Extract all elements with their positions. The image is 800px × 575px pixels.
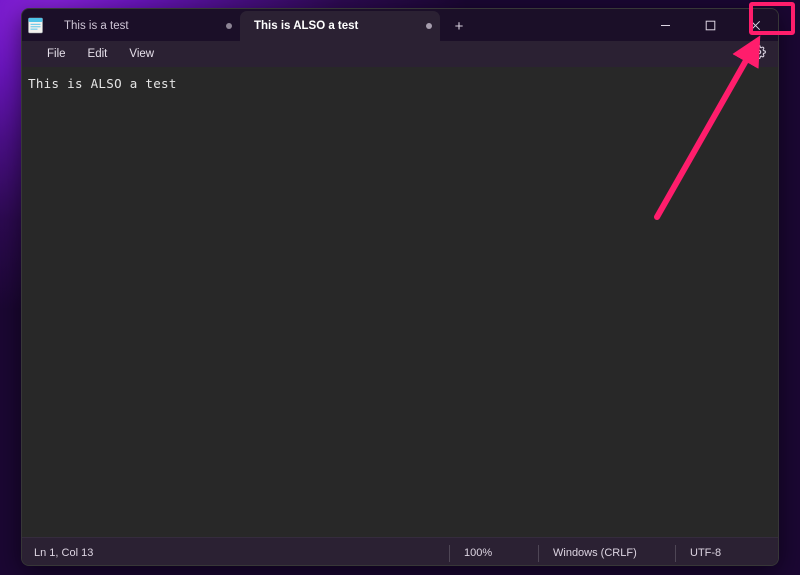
tab-label: This is ALSO a test: [254, 20, 359, 32]
text-editor-area[interactable]: This is ALSO a test: [22, 67, 778, 537]
settings-button[interactable]: [750, 44, 768, 64]
menu-bar: File Edit View: [22, 41, 778, 67]
maximize-icon: [705, 20, 716, 31]
notepad-window: This is a test This is ALSO a test + Fil…: [21, 8, 779, 566]
menu-item-file[interactable]: File: [36, 45, 77, 63]
title-bar: This is a test This is ALSO a test +: [22, 9, 778, 41]
tab-this-is-also-a-test[interactable]: This is ALSO a test: [240, 11, 440, 41]
window-controls: [643, 9, 778, 41]
minimize-icon: [660, 20, 671, 31]
plus-icon: +: [454, 17, 464, 35]
minimize-button[interactable]: [643, 9, 688, 41]
status-bar: Ln 1, Col 13 100% Windows (CRLF) UTF-8: [22, 537, 778, 565]
new-tab-button[interactable]: +: [444, 11, 474, 41]
tab-strip: This is a test This is ALSO a test +: [50, 9, 474, 41]
desktop-background: This is a test This is ALSO a test + Fil…: [0, 0, 800, 575]
menu-item-edit[interactable]: Edit: [77, 45, 119, 63]
status-encoding[interactable]: UTF-8: [675, 544, 778, 562]
status-line-ending[interactable]: Windows (CRLF): [538, 544, 675, 562]
status-cursor-position: Ln 1, Col 13: [34, 547, 94, 559]
notepad-icon: [27, 17, 44, 34]
status-zoom[interactable]: 100%: [449, 544, 538, 562]
menu-item-view[interactable]: View: [118, 45, 165, 63]
close-button[interactable]: [733, 9, 778, 41]
tab-label: This is a test: [64, 20, 129, 32]
tab-this-is-a-test[interactable]: This is a test: [50, 11, 240, 41]
close-icon: [750, 20, 761, 31]
gear-icon: [752, 44, 766, 64]
tab-modified-dot[interactable]: [226, 23, 232, 29]
editor-text-content[interactable]: This is ALSO a test: [28, 76, 778, 91]
tab-modified-dot[interactable]: [426, 23, 432, 29]
maximize-button[interactable]: [688, 9, 733, 41]
